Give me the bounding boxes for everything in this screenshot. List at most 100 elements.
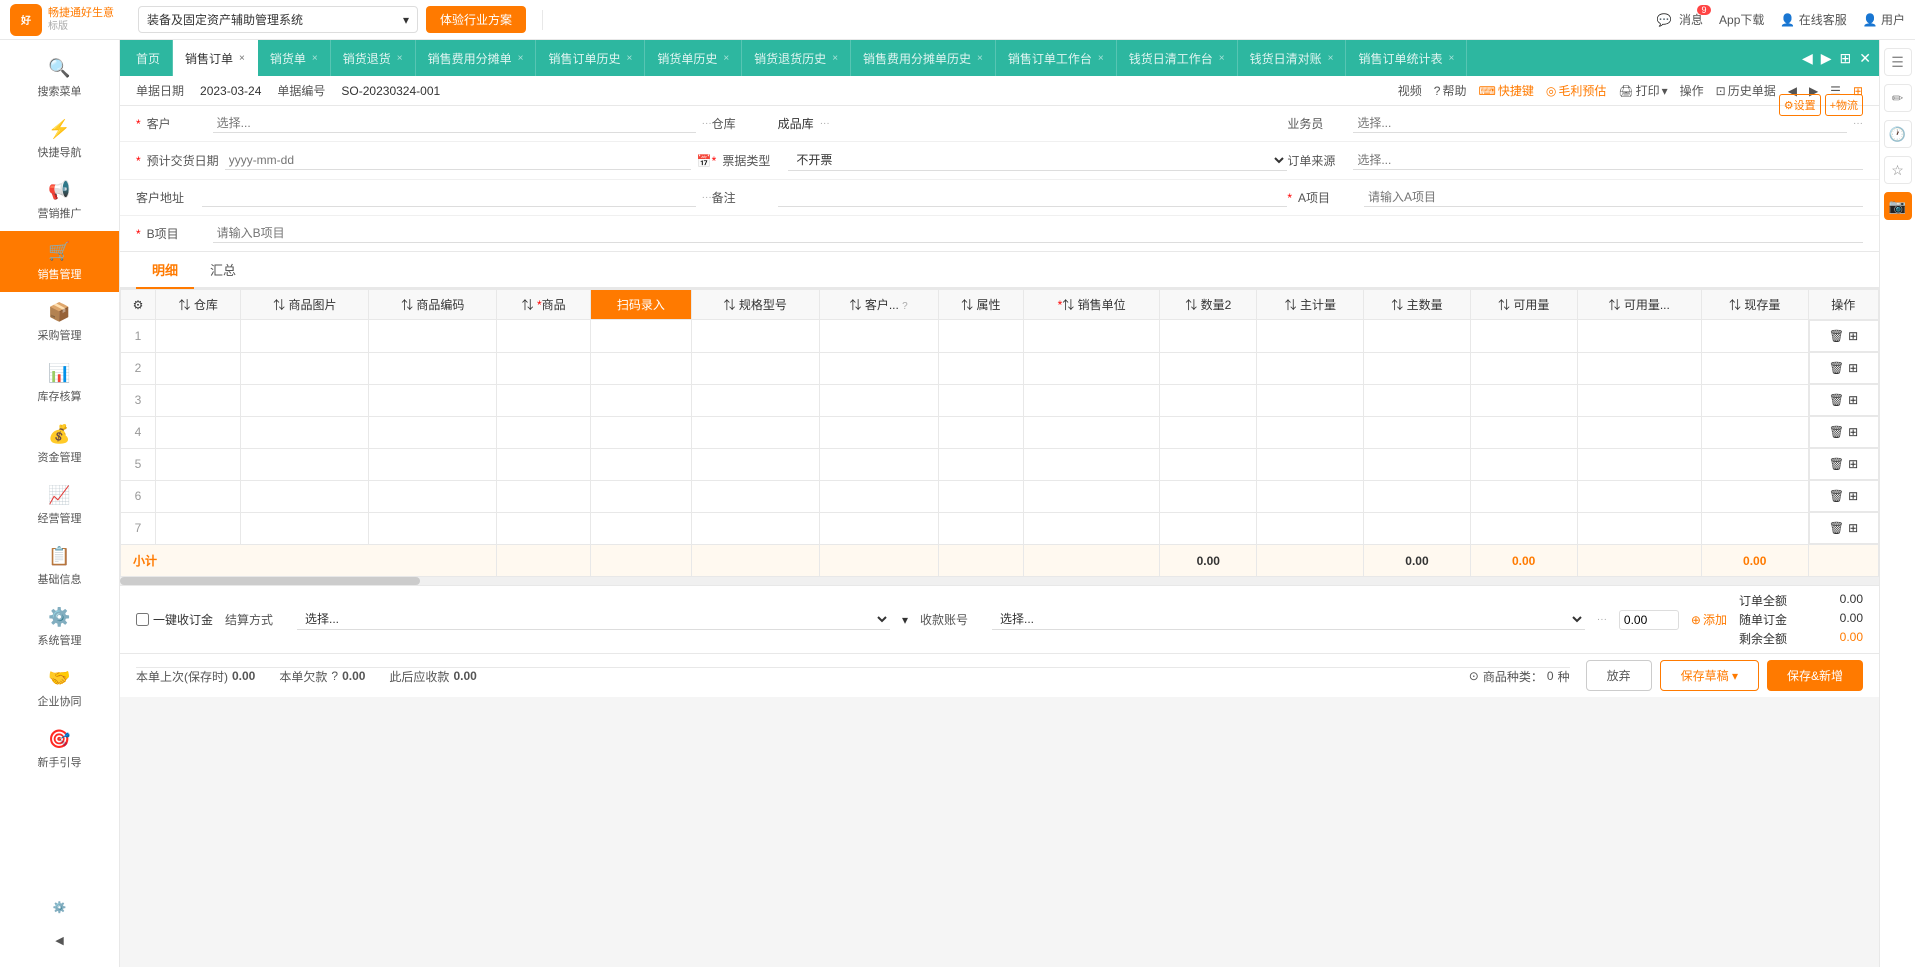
sidebar-item-system[interactable]: ⚙️ 系统管理	[0, 597, 119, 658]
sidebar-item-base[interactable]: 📋 基础信息	[0, 536, 119, 597]
tab-close-icon[interactable]: ×	[518, 53, 524, 64]
profit-action[interactable]: ◎ 毛利预估	[1546, 82, 1607, 99]
b-project-input[interactable]	[213, 224, 1863, 243]
right-icon-camera[interactable]: 📷	[1884, 192, 1912, 220]
tab-close-icon[interactable]: ×	[1328, 53, 1334, 64]
horizontal-scrollbar[interactable]	[120, 577, 1879, 585]
app-download-link[interactable]: App下载	[1719, 11, 1764, 28]
delivery-date-input[interactable]	[225, 151, 691, 170]
operation-action[interactable]: 操作	[1680, 82, 1704, 99]
col-scan-input[interactable]: 扫码录入	[590, 290, 691, 320]
right-icon-star[interactable]: ☆	[1884, 156, 1912, 184]
sidebar-settings-btn[interactable]: ⚙️	[0, 891, 119, 924]
settings-btn[interactable]: ⚙设置	[1779, 94, 1821, 116]
online-service-link[interactable]: 👤 在线客服	[1780, 11, 1846, 28]
account-more-btn[interactable]: ···	[1597, 614, 1607, 625]
view-action[interactable]: 视频	[1398, 82, 1422, 99]
tab-menu-btn[interactable]: ⊞	[1836, 50, 1856, 67]
row-delete-btn[interactable]: 🗑	[1829, 489, 1844, 503]
tab-sales-fee-split[interactable]: 销售费用分摊单 ×	[416, 40, 537, 76]
row-copy-btn[interactable]: ⊞	[1848, 393, 1858, 407]
tab-sales-order-history[interactable]: 销售订单历史 ×	[536, 40, 645, 76]
history-action[interactable]: ⊡ 历史单据	[1716, 82, 1776, 99]
warehouse-more-btn[interactable]: ···	[820, 118, 830, 129]
sales-rep-more-btn[interactable]: ···	[1853, 118, 1863, 129]
tab-sales-fee-history[interactable]: 销售费用分摊单历史 ×	[851, 40, 996, 76]
tab-sales-refund[interactable]: 销货退货 ×	[331, 40, 416, 76]
tab-sales-refund-history[interactable]: 销货退货历史 ×	[742, 40, 851, 76]
scrollbar-thumb[interactable]	[120, 577, 420, 585]
sidebar-item-sales[interactable]: 🛒 销售管理	[0, 231, 119, 292]
tab-sales-workbench[interactable]: 销售订单工作台 ×	[996, 40, 1117, 76]
row-delete-btn[interactable]: 🗑	[1829, 361, 1844, 375]
add-btn[interactable]: ⊕ 添加	[1691, 611, 1727, 628]
tab-close-all-btn[interactable]: ✕	[1855, 50, 1875, 67]
one-click-collect-checkbox[interactable]	[136, 613, 149, 626]
a-project-input[interactable]	[1364, 188, 1863, 207]
sidebar-item-purchase[interactable]: 📦 采购管理	[0, 292, 119, 353]
one-click-collect-label[interactable]: 一键收订金	[136, 611, 213, 628]
tab-sales-order[interactable]: 销售订单 ×	[173, 40, 258, 76]
user-avatar[interactable]: 👤 用户	[1863, 11, 1905, 28]
account-select[interactable]: 选择...	[992, 609, 1585, 630]
row-delete-btn[interactable]: 🗑	[1829, 329, 1844, 343]
help-action[interactable]: ? 帮助	[1434, 82, 1467, 99]
tab-sales-return[interactable]: 销货单 ×	[258, 40, 331, 76]
add-goods-btn[interactable]: +物流	[1825, 94, 1863, 116]
tab-close-icon[interactable]: ×	[1219, 53, 1225, 64]
customer-address-input[interactable]	[202, 188, 696, 207]
tab-close-icon[interactable]: ×	[397, 53, 403, 64]
tab-close-icon[interactable]: ×	[626, 53, 632, 64]
row-delete-btn[interactable]: 🗑	[1829, 393, 1844, 407]
row-copy-btn[interactable]: ⊞	[1848, 361, 1858, 375]
right-icon-clock[interactable]: 🕐	[1884, 120, 1912, 148]
sidebar-item-marketing[interactable]: 📢 营销推广	[0, 170, 119, 231]
sidebar-item-inventory[interactable]: 📊 库存核算	[0, 353, 119, 414]
sales-rep-input[interactable]	[1353, 114, 1847, 133]
tab-cash-daily[interactable]: 钱货日清工作台 ×	[1117, 40, 1238, 76]
row-copy-btn[interactable]: ⊞	[1848, 425, 1858, 439]
remarks-input[interactable]	[778, 188, 1288, 207]
sidebar-item-finance[interactable]: 💰 资金管理	[0, 414, 119, 475]
invoice-type-select[interactable]: 不开票 增值税专用发票 增值税普通发票	[788, 150, 1287, 171]
row-copy-btn[interactable]: ⊞	[1848, 329, 1858, 343]
address-more-btn[interactable]: ···	[702, 192, 712, 203]
row-copy-btn[interactable]: ⊞	[1848, 521, 1858, 535]
customer-more-btn[interactable]: ···	[702, 118, 712, 129]
tab-close-icon[interactable]: ×	[832, 53, 838, 64]
right-icon-edit[interactable]: ✏	[1884, 84, 1912, 112]
tab-close-icon[interactable]: ×	[1448, 53, 1454, 64]
tab-close-icon[interactable]: ×	[1098, 53, 1104, 64]
row-delete-btn[interactable]: 🗑	[1829, 457, 1844, 471]
sidebar-item-search[interactable]: 🔍 搜索菜单	[0, 48, 119, 109]
amount-input[interactable]	[1619, 610, 1679, 630]
tab-close-icon[interactable]: ×	[312, 53, 318, 64]
order-source-input[interactable]	[1353, 151, 1863, 170]
sidebar-item-enterprise[interactable]: 🤝 企业协同	[0, 658, 119, 719]
sidebar-collapse-btn[interactable]: ◀	[0, 924, 119, 957]
industry-btn[interactable]: 体验行业方案	[426, 6, 526, 33]
tab-sales-stats[interactable]: 销售订单统计表 ×	[1346, 40, 1467, 76]
payment-method-select[interactable]: 选择...	[297, 609, 890, 630]
row-copy-btn[interactable]: ⊞	[1848, 489, 1858, 503]
tab-close-icon[interactable]: ×	[977, 53, 983, 64]
tab-cash-reconcile[interactable]: 钱货日清对账 ×	[1238, 40, 1347, 76]
tab-next-btn[interactable]: ▶	[1817, 50, 1836, 67]
sidebar-item-guide[interactable]: 🎯 新手引导	[0, 719, 119, 780]
customer-input[interactable]	[213, 114, 696, 133]
shortcut-action[interactable]: ⌨ 快捷键	[1478, 82, 1533, 99]
right-icon-list[interactable]: ☰	[1884, 48, 1912, 76]
save-draft-btn[interactable]: 保存草稿 ▾	[1660, 660, 1759, 691]
row-copy-btn[interactable]: ⊞	[1848, 457, 1858, 471]
tab-close-icon[interactable]: ×	[723, 53, 729, 64]
calendar2-icon[interactable]: 📅	[697, 154, 712, 168]
message-icon-wrap[interactable]: 💬 9 消息	[1657, 11, 1703, 28]
sidebar-item-operation[interactable]: 📈 经营管理	[0, 475, 119, 536]
tab-close-icon[interactable]: ×	[239, 53, 245, 64]
tab-sales-return-history[interactable]: 销货单历史 ×	[645, 40, 742, 76]
row-delete-btn[interactable]: 🗑	[1829, 425, 1844, 439]
tab-summary[interactable]: 汇总	[194, 252, 252, 289]
tab-detail[interactable]: 明细	[136, 252, 194, 289]
discard-btn[interactable]: 放弃	[1586, 660, 1652, 691]
row-delete-btn[interactable]: 🗑	[1829, 521, 1844, 535]
